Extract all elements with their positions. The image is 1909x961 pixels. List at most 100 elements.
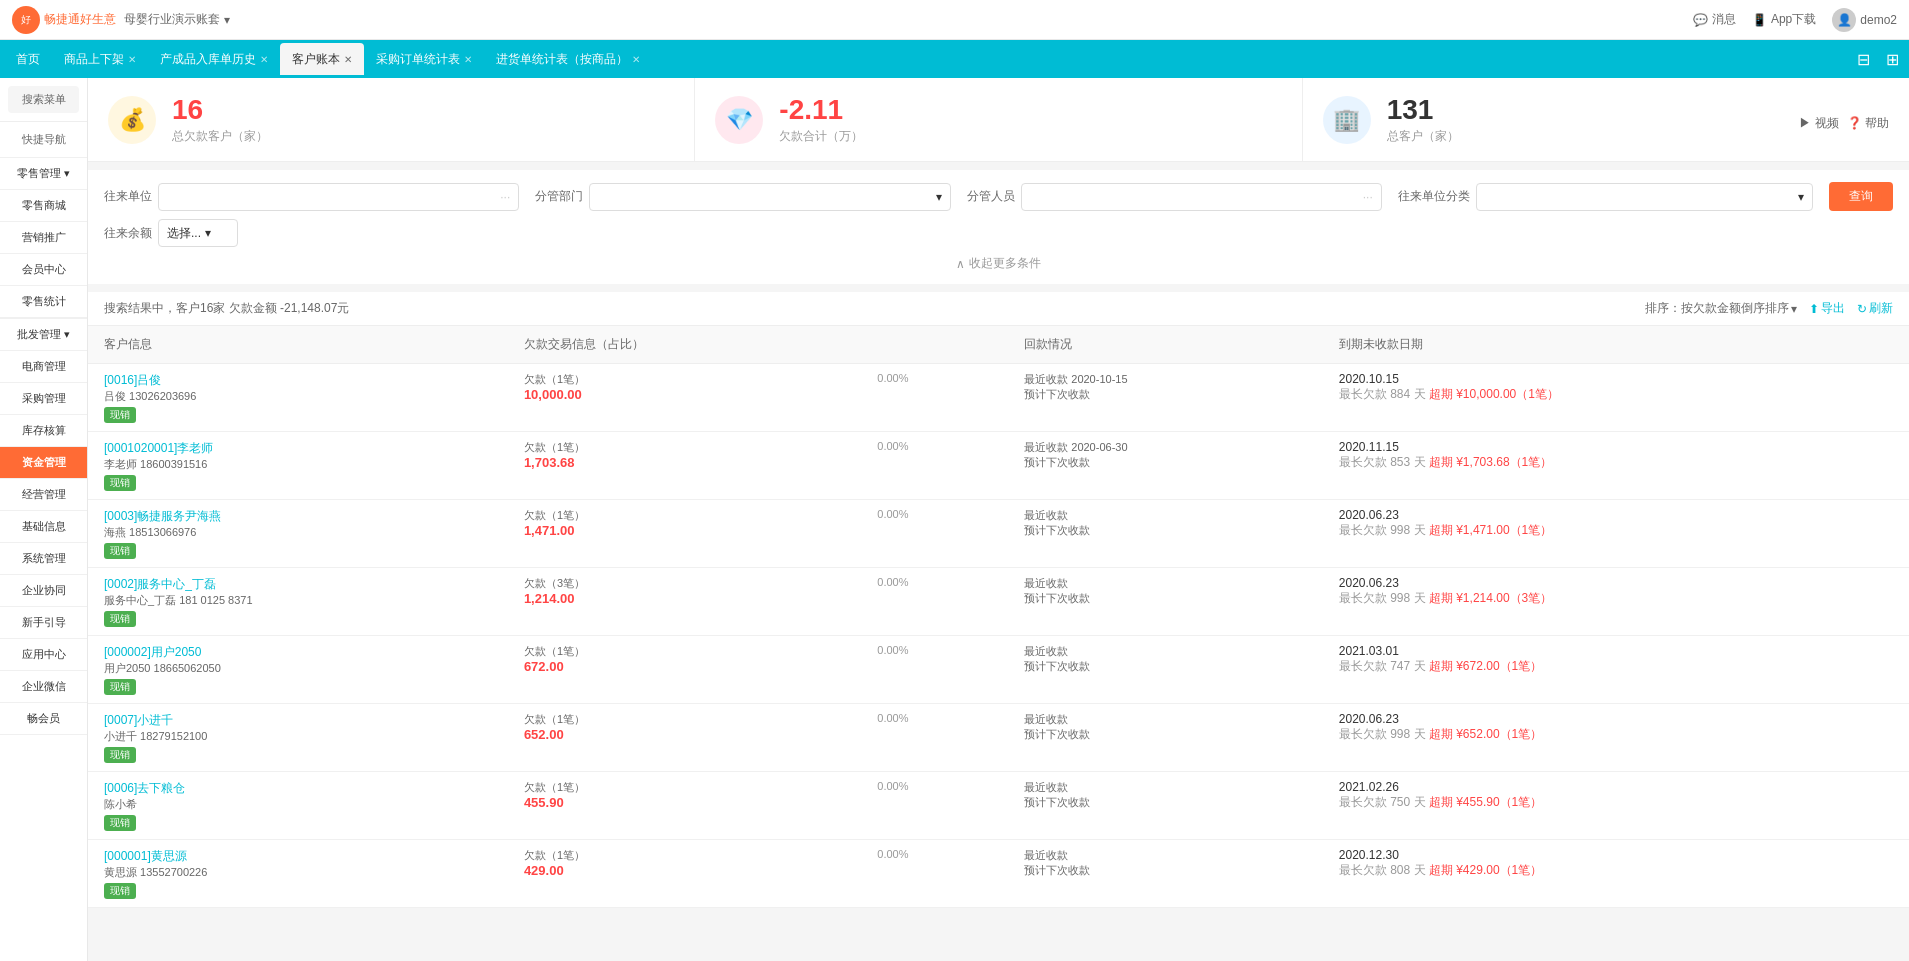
refresh-btn[interactable]: ↻ 刷新 <box>1857 300 1893 317</box>
help-btn[interactable]: ❓ 帮助 <box>1847 115 1889 132</box>
customer-name[interactable]: [000001]黄思源 <box>104 849 187 863</box>
customer-info-cell: [0006]去下粮仓 陈小希 现销 <box>88 772 508 840</box>
filter-category-select[interactable]: ▾ <box>1476 183 1813 211</box>
sidebar-item-guide[interactable]: 新手引导 <box>0 607 87 639</box>
tab-customer-account[interactable]: 客户账本 ✕ <box>280 43 364 75</box>
overdue-amount[interactable]: 超期 ¥429.00（1笔） <box>1429 863 1542 877</box>
sidebar-item-inventory[interactable]: 库存核算 <box>0 415 87 447</box>
debt-ratio: 0.00% <box>877 576 992 588</box>
close-icon[interactable]: ✕ <box>260 54 268 65</box>
overdue-amount[interactable]: 超期 ¥1,471.00（1笔） <box>1429 523 1552 537</box>
tab-home[interactable]: 首页 <box>4 43 52 75</box>
close-icon[interactable]: ✕ <box>464 54 472 65</box>
customer-name[interactable]: [0007]小进千 <box>104 713 173 727</box>
sidebar-item-enterprise[interactable]: 企业协同 <box>0 575 87 607</box>
sidebar-item-wechat[interactable]: 企业微信 <box>0 671 87 703</box>
app-download-btn[interactable]: 📱 App下载 <box>1752 11 1816 28</box>
due-date: 2020.06.23 <box>1339 712 1893 726</box>
next-payment: 预计下次收款 <box>1024 455 1307 470</box>
filter-dept-select[interactable]: ▾ <box>589 183 950 211</box>
close-icon[interactable]: ✕ <box>344 54 352 65</box>
due-date: 2021.03.01 <box>1339 644 1893 658</box>
sidebar-item-marketing[interactable]: 营销推广 <box>0 222 87 254</box>
debt-desc: 欠款（1笔） <box>524 440 845 455</box>
sidebar-item-finance[interactable]: 资金管理 <box>0 447 87 479</box>
debt-amount[interactable]: 1,703.68 <box>524 455 845 470</box>
debt-desc: 欠款（3笔） <box>524 576 845 591</box>
window-minimize-btn[interactable]: ⊟ <box>1851 50 1876 69</box>
next-payment: 预计下次收款 <box>1024 727 1307 742</box>
filter-party-input[interactable]: ··· <box>158 183 519 211</box>
filter-person-input[interactable]: ··· <box>1021 183 1382 211</box>
close-icon[interactable]: ✕ <box>128 54 136 65</box>
sort-arrow-icon: ▾ <box>1791 302 1797 316</box>
sidebar-item-quick-nav[interactable]: 快捷导航 <box>0 122 87 158</box>
debt-amount[interactable]: 1,214.00 <box>524 591 845 606</box>
sort-selector[interactable]: 排序：按欠款金额倒序排序 ▾ <box>1645 300 1797 317</box>
customer-name[interactable]: [0016]吕俊 <box>104 373 161 387</box>
window-expand-btn[interactable]: ⊞ <box>1880 50 1905 69</box>
debt-ratio: 0.00% <box>877 644 992 656</box>
stat-debt-customers-info: 16 总欠款客户（家） <box>172 94 268 145</box>
overdue-amount[interactable]: 超期 ¥10,000.00（1笔） <box>1429 387 1559 401</box>
sidebar-item-purchase-mgmt[interactable]: 采购管理 <box>0 383 87 415</box>
sidebar-item-retail-mgmt[interactable]: 零售管理 ▾ <box>0 158 87 190</box>
filter-balance-select[interactable]: 选择... ▾ <box>158 219 238 247</box>
due-date-cell: 2020.06.23 最长欠款 998 天 超期 ¥1,214.00（3笔） <box>1323 568 1909 636</box>
overdue-days: 最长欠款 998 天 <box>1339 727 1429 741</box>
customer-phone: 吕俊 13026203696 <box>104 389 492 404</box>
customer-name[interactable]: [000002]用户2050 <box>104 645 201 659</box>
customer-name[interactable]: [0002]服务中心_丁磊 <box>104 577 216 591</box>
customer-name[interactable]: [0003]畅捷服务尹海燕 <box>104 509 221 523</box>
phone-icon: 📱 <box>1752 13 1767 27</box>
company-selector[interactable]: 母婴行业演示账套 ▾ <box>124 11 230 28</box>
tab-purchase-product-stats[interactable]: 进货单统计表（按商品） ✕ <box>484 43 652 75</box>
overdue-amount[interactable]: 超期 ¥652.00（1笔） <box>1429 727 1542 741</box>
debt-amount[interactable]: 652.00 <box>524 727 845 742</box>
top-bar-left: 好 畅捷通好生意 母婴行业演示账套 ▾ <box>12 6 230 34</box>
overdue-amount[interactable]: 超期 ¥1,703.68（1笔） <box>1429 455 1552 469</box>
search-button[interactable]: 查询 <box>1829 182 1893 211</box>
customer-name[interactable]: [0006]去下粮仓 <box>104 781 185 795</box>
export-btn[interactable]: ⬆ 导出 <box>1809 300 1845 317</box>
debt-info-cell: 欠款（1笔） 672.00 <box>508 636 861 704</box>
sidebar-item-retail-mall[interactable]: 零售商城 <box>0 190 87 222</box>
sidebar-item-wholesale-mgmt[interactable]: 批发管理 ▾ <box>0 319 87 351</box>
overdue-amount[interactable]: 超期 ¥455.90（1笔） <box>1429 795 1542 809</box>
sidebar-item-retail-stats[interactable]: 零售统计 <box>0 286 87 318</box>
sidebar-item-system[interactable]: 系统管理 <box>0 543 87 575</box>
debt-amount[interactable]: 429.00 <box>524 863 845 878</box>
collapse-btn[interactable]: ∧ 收起更多条件 <box>956 255 1041 272</box>
collapse-label: 收起更多条件 <box>969 255 1041 272</box>
tab-production-history[interactable]: 产成品入库单历史 ✕ <box>148 43 280 75</box>
stat-actions: ▶ 视频 ❓ 帮助 <box>1799 107 1889 132</box>
status-badge: 现销 <box>104 475 136 491</box>
video-btn[interactable]: ▶ 视频 <box>1799 115 1838 132</box>
user-menu[interactable]: 👤 demo2 <box>1832 8 1897 32</box>
sidebar-item-member[interactable]: 会员中心 <box>0 254 87 286</box>
next-payment: 预计下次收款 <box>1024 863 1307 878</box>
debt-amount[interactable]: 1,471.00 <box>524 523 845 538</box>
debt-amount[interactable]: 455.90 <box>524 795 845 810</box>
main-layout: 搜索菜单 快捷导航 零售管理 ▾ 零售商城 营销推广 会员中心 零售统计 批发管… <box>0 78 1909 961</box>
overdue-amount[interactable]: 超期 ¥672.00（1笔） <box>1429 659 1542 673</box>
sidebar-item-operations[interactable]: 经营管理 <box>0 479 87 511</box>
sidebar-item-app-center[interactable]: 应用中心 <box>0 639 87 671</box>
search-menu-btn[interactable]: 搜索菜单 <box>8 86 79 113</box>
overdue-amount[interactable]: 超期 ¥1,214.00（3笔） <box>1429 591 1552 605</box>
overdue-days: 最长欠款 853 天 <box>1339 455 1429 469</box>
close-icon[interactable]: ✕ <box>632 54 640 65</box>
filter-row-1: 往来单位 ··· 分管部门 ▾ 分管人员 <box>104 182 1893 211</box>
tab-product-listing[interactable]: 商品上下架 ✕ <box>52 43 148 75</box>
sidebar-item-member2[interactable]: 畅会员 <box>0 703 87 735</box>
sidebar-item-basic-info[interactable]: 基础信息 <box>0 511 87 543</box>
sidebar-item-ecommerce[interactable]: 电商管理 <box>0 351 87 383</box>
dropdown-icon: ▾ <box>224 13 230 27</box>
avatar: 👤 <box>1832 8 1856 32</box>
tab-purchase-stats[interactable]: 采购订单统计表 ✕ <box>364 43 484 75</box>
customer-name[interactable]: [0001020001]李老师 <box>104 441 213 455</box>
debt-amount[interactable]: 10,000.00 <box>524 387 845 402</box>
message-btn[interactable]: 💬 消息 <box>1693 11 1736 28</box>
last-payment: 最近收款 <box>1024 848 1307 863</box>
debt-amount[interactable]: 672.00 <box>524 659 845 674</box>
